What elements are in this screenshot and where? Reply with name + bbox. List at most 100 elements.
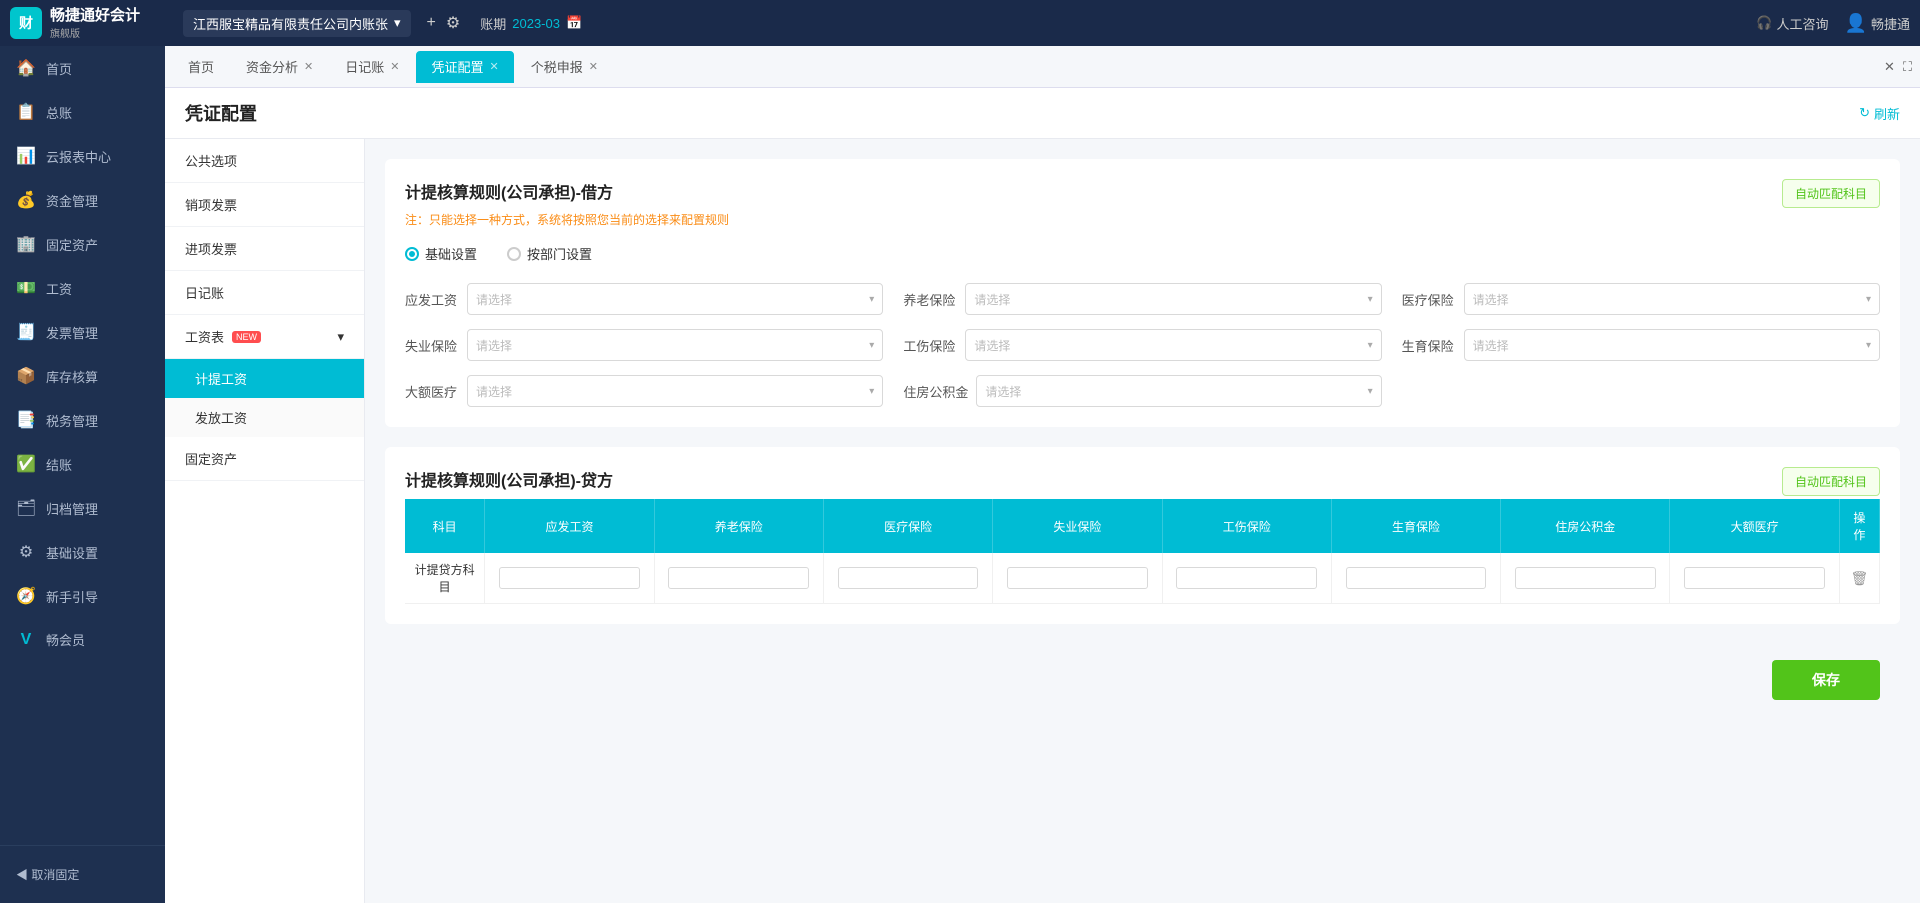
select-yanglao-placeholder: 请选择: [974, 291, 1010, 308]
sidebar-item-closing[interactable]: ✅ 结账: [0, 442, 165, 486]
close-all-icon[interactable]: ✕: [1884, 59, 1895, 75]
input-gongshang[interactable]: [1176, 567, 1317, 589]
cell-row-label: 计提贷方科目: [405, 553, 485, 604]
cell-shengyu: [1331, 553, 1500, 604]
input-yingfa[interactable]: [499, 567, 640, 589]
tab-funds-analysis-close[interactable]: ✕: [304, 60, 313, 73]
consultant-label: 人工咨询: [1777, 14, 1829, 33]
sidebar-item-inventory[interactable]: 📦 库存核算: [0, 354, 165, 398]
add-icon[interactable]: +: [427, 14, 436, 32]
radio-basic[interactable]: 基础设置: [405, 244, 477, 263]
debit-section-note: 注：只能选择一种方式，系统将按照您当前的选择来配置规则: [405, 211, 1880, 228]
input-zhufang[interactable]: [1515, 567, 1656, 589]
left-menu-payroll-table[interactable]: 工资表 NEW ▾: [165, 315, 364, 359]
sidebar-item-reports[interactable]: 📊 云报表中心: [0, 134, 165, 178]
input-yanglao[interactable]: [668, 567, 809, 589]
content-header: 凭证配置 ↻ 刷新: [165, 88, 1920, 139]
col-header-shengyu: 生育保险: [1331, 499, 1500, 553]
cell-shiye: [993, 553, 1162, 604]
save-bar: 保存: [385, 644, 1900, 716]
credit-section-title: 计提核算规则(公司承担)-贷方: [405, 467, 1880, 491]
credit-auto-match-btn[interactable]: 自动匹配科目: [1782, 467, 1880, 496]
sidebar-item-archive-label: 归档管理: [46, 499, 98, 518]
sub-menu-item-accrue[interactable]: 计提工资: [165, 359, 364, 398]
form-row-zhufang: 住房公积金 请选择 ▾: [903, 375, 1381, 407]
sidebar-item-settings[interactable]: ⚙ 基础设置: [0, 530, 165, 574]
sidebar-item-inventory-label: 库存核算: [46, 367, 98, 386]
sub-menu-item-pay[interactable]: 发放工资: [165, 398, 364, 437]
sidebar-item-home-label: 首页: [46, 59, 72, 78]
radio-department[interactable]: 按部门设置: [507, 244, 592, 263]
input-shiye[interactable]: [1007, 567, 1148, 589]
tab-journal[interactable]: 日记账 ✕: [330, 51, 414, 83]
form-row-shengyu: 生育保险 请选择 ▾: [1402, 329, 1880, 361]
cell-gongshang: [1162, 553, 1331, 604]
left-menu-purchase-invoice[interactable]: 进项发票: [165, 227, 364, 271]
delete-row-icon[interactable]: 🗑: [1850, 570, 1868, 586]
cancel-fixed-btn[interactable]: ◀ 取消固定: [0, 856, 165, 893]
tab-tax-filing[interactable]: 个税申报 ✕: [516, 51, 613, 83]
sidebar-item-funds[interactable]: 💰 资金管理: [0, 178, 165, 222]
refresh-icon: ↻: [1859, 105, 1870, 121]
period-label: 账期: [480, 14, 506, 33]
period-value[interactable]: 2023-03: [512, 16, 560, 31]
tab-funds-analysis-label: 资金分析: [246, 57, 298, 76]
save-button[interactable]: 保存: [1772, 660, 1880, 700]
sidebar-item-tax[interactable]: 📑 税务管理: [0, 398, 165, 442]
left-menu-fixed-assets[interactable]: 固定资产: [165, 437, 364, 481]
label-shengyu: 生育保险: [1402, 336, 1456, 355]
sidebar-item-funds-label: 资金管理: [46, 191, 98, 210]
consultant-btn[interactable]: 🎧 人工咨询: [1756, 14, 1828, 33]
sidebar-item-guide[interactable]: 🧭 新手引导: [0, 574, 165, 618]
tab-funds-analysis[interactable]: 资金分析 ✕: [231, 51, 328, 83]
select-yingfa[interactable]: 请选择 ▾: [467, 283, 883, 315]
cell-yiliao: [823, 553, 992, 604]
input-shengyu[interactable]: [1346, 567, 1487, 589]
debit-auto-match-btn[interactable]: 自动匹配科目: [1782, 179, 1880, 208]
select-zhufang-placeholder: 请选择: [985, 383, 1021, 400]
user-btn[interactable]: 👤 畅捷通: [1845, 13, 1910, 34]
main-layout: 🏠 首页 📋 总账 📊 云报表中心 💰 资金管理 🏢 固定资产 💵 工资 🧾 发…: [0, 46, 1920, 903]
left-menu-sales-invoice[interactable]: 销项发票: [165, 183, 364, 227]
select-gongshang[interactable]: 请选择 ▾: [965, 329, 1381, 361]
settings-icon[interactable]: ⚙: [446, 13, 460, 33]
sidebar-item-member[interactable]: V 畅会员: [0, 618, 165, 661]
input-yiliao[interactable]: [838, 567, 979, 589]
label-gongshang: 工伤保险: [903, 336, 957, 355]
tab-tax-filing-close[interactable]: ✕: [589, 60, 598, 73]
tab-home[interactable]: 首页: [173, 51, 229, 83]
refresh-btn[interactable]: ↻ 刷新: [1859, 104, 1900, 123]
select-zhufang[interactable]: 请选择 ▾: [976, 375, 1381, 407]
company-selector[interactable]: 江西服宝精品有限责任公司内账张 ▾: [183, 10, 411, 37]
sidebar-item-home[interactable]: 🏠 首页: [0, 46, 165, 90]
headset-icon: 🎧: [1756, 15, 1772, 31]
select-shiye[interactable]: 请选择 ▾: [467, 329, 883, 361]
left-menu-public[interactable]: 公共选项: [165, 139, 364, 183]
table-header-row: 科目 应发工资 养老保险 医疗保险 失业保险 工伤保险 生育保险 住房公积金 大…: [405, 499, 1880, 553]
select-daeliao-arrow: ▾: [869, 386, 874, 397]
select-yanglao[interactable]: 请选择 ▾: [965, 283, 1381, 315]
select-yiliao[interactable]: 请选择 ▾: [1464, 283, 1880, 315]
ledger-icon: 📋: [16, 102, 36, 122]
select-daeliao[interactable]: 请选择 ▾: [467, 375, 883, 407]
sidebar-item-assets[interactable]: 🏢 固定资产: [0, 222, 165, 266]
select-shengyu[interactable]: 请选择 ▾: [1464, 329, 1880, 361]
label-shiye: 失业保险: [405, 336, 459, 355]
expand-icon[interactable]: ⛶: [1903, 59, 1912, 75]
tab-voucher-config[interactable]: 凭证配置 ✕: [416, 51, 513, 83]
left-menu-journal[interactable]: 日记账: [165, 271, 364, 315]
company-dropdown-icon: ▾: [394, 15, 401, 31]
tab-voucher-config-close[interactable]: ✕: [490, 60, 499, 73]
input-daeliao[interactable]: [1684, 567, 1825, 589]
tab-journal-close[interactable]: ✕: [390, 60, 399, 73]
sidebar-item-archive[interactable]: 🗂 归档管理: [0, 486, 165, 530]
sidebar-item-invoice[interactable]: 🧾 发票管理: [0, 310, 165, 354]
app-name: 畅捷通好会计: [50, 7, 140, 25]
sub-menu: 计提工资 发放工资: [165, 359, 364, 437]
select-yanglao-arrow: ▾: [1368, 294, 1373, 305]
col-header-action: 操作: [1839, 499, 1879, 553]
settings-gear-icon: ⚙: [16, 542, 36, 562]
sidebar-item-ledger[interactable]: 📋 总账: [0, 90, 165, 134]
calendar-icon[interactable]: 📅: [566, 15, 582, 31]
sidebar-item-salary[interactable]: 💵 工资: [0, 266, 165, 310]
